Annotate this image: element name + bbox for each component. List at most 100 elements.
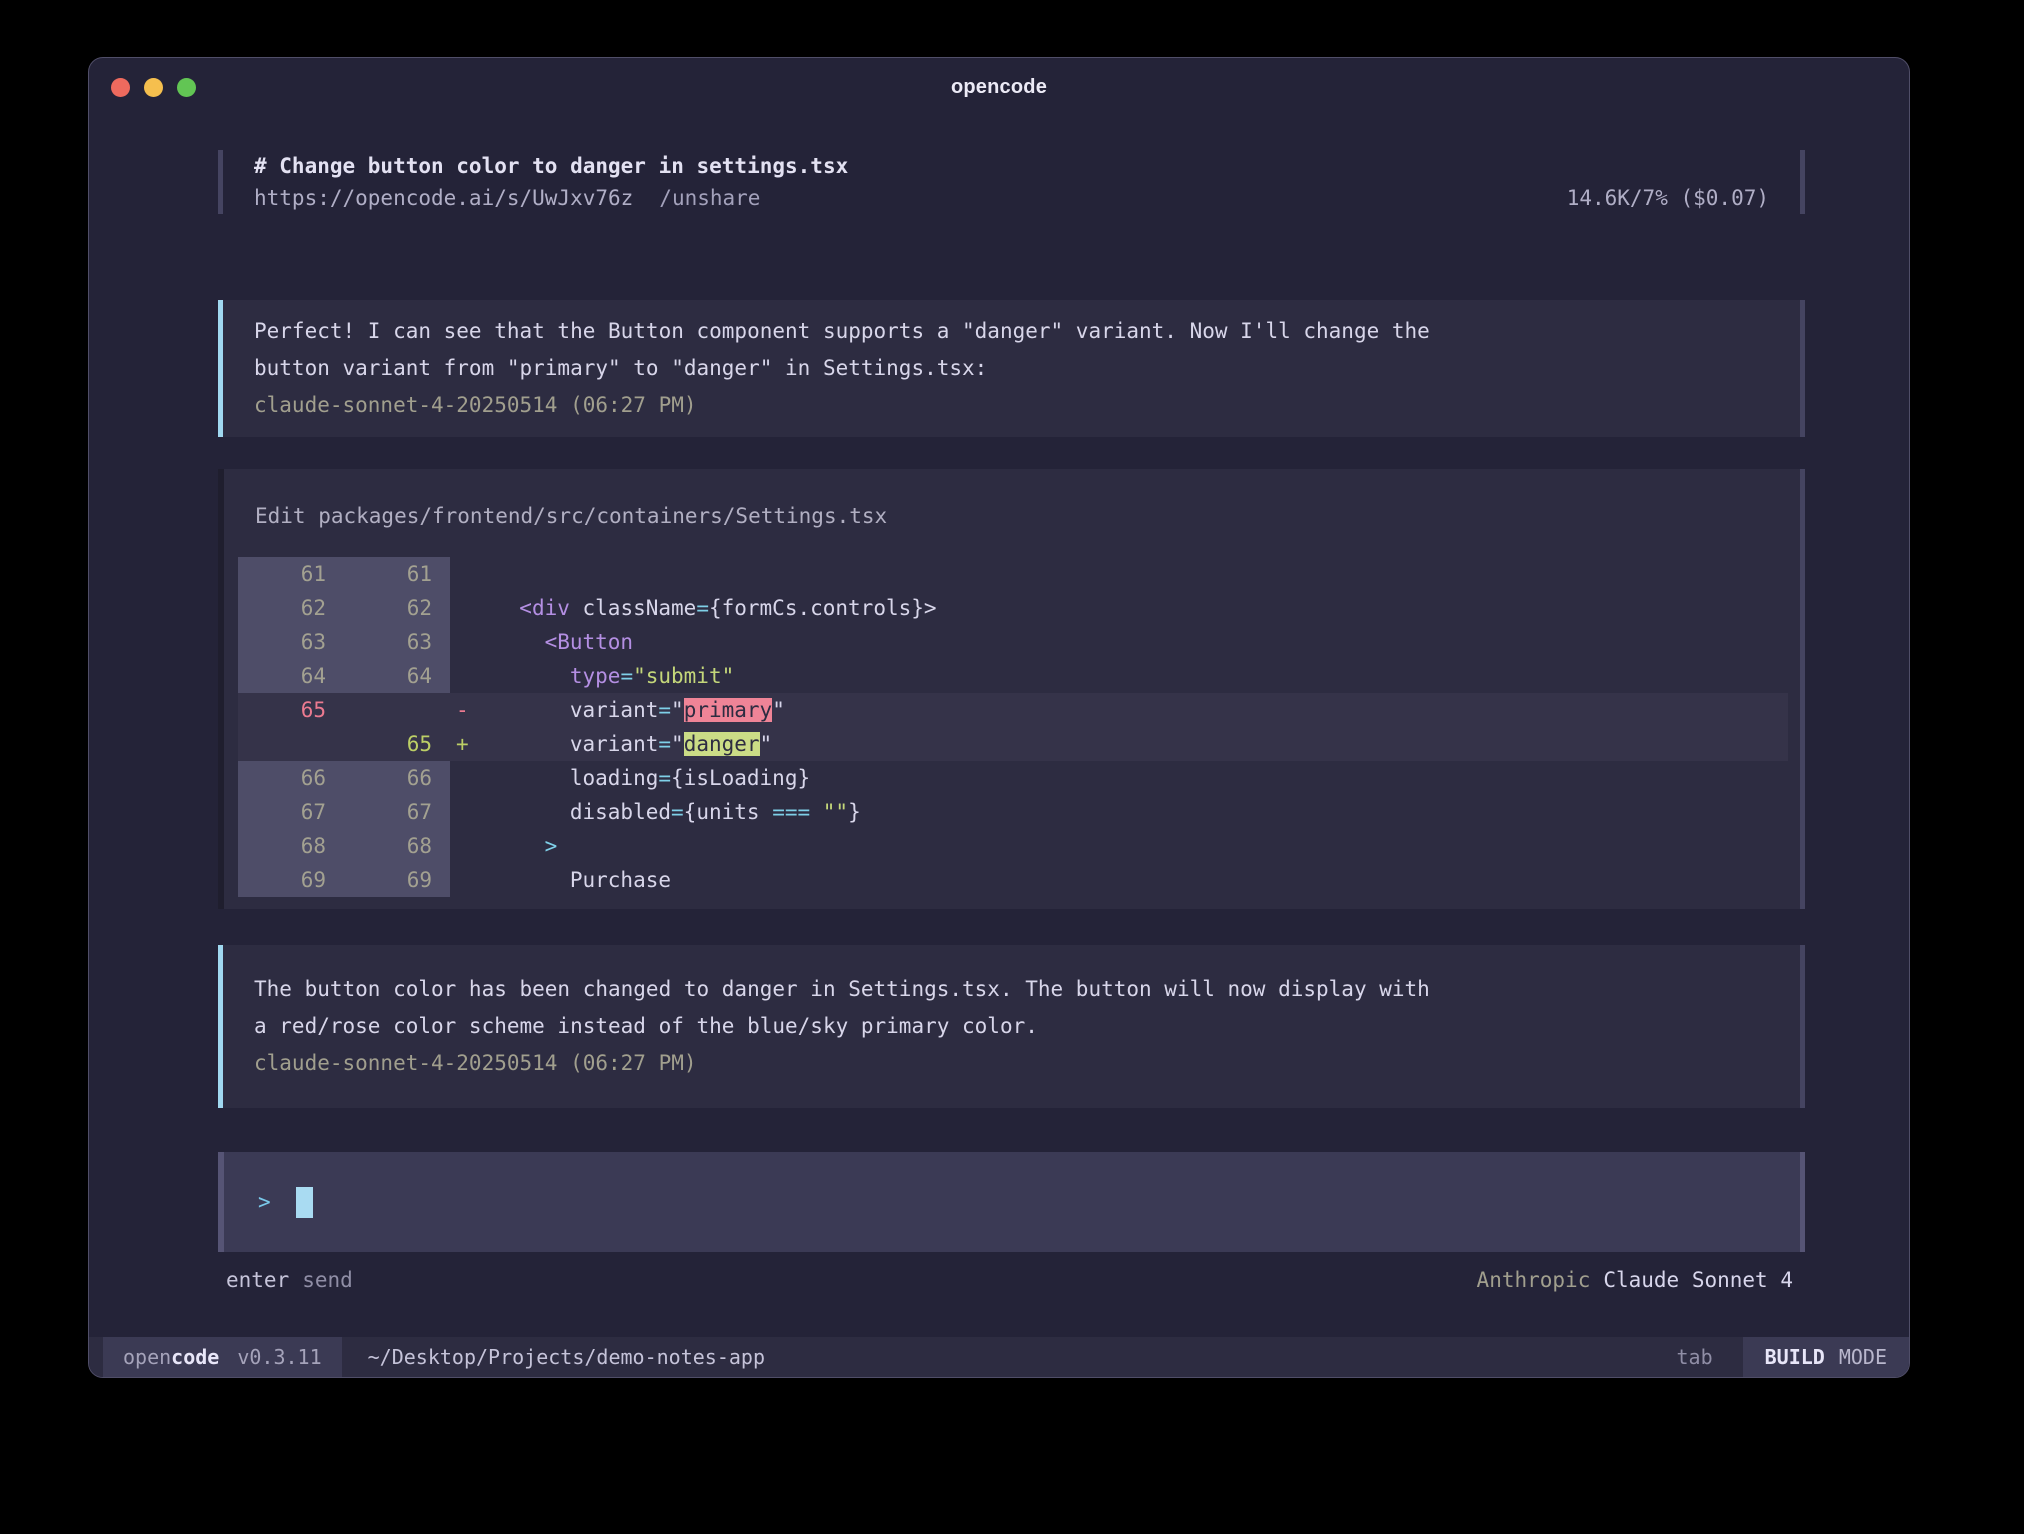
diff-row: 6464 type="submit" <box>238 659 1788 693</box>
code-token: " <box>671 698 684 722</box>
diff-code-line: > <box>494 829 1788 863</box>
code-token: {units <box>684 800 773 824</box>
code-token: " <box>671 732 684 756</box>
status-right: tab BUILDMODE <box>1676 1337 1909 1377</box>
code-token <box>494 664 570 688</box>
code-token: = <box>696 596 709 620</box>
diff-code-line: loading={isLoading} <box>494 761 1788 795</box>
diff-row: 6666 loading={isLoading} <box>238 761 1788 795</box>
diff-row: 6161 <box>238 557 1788 591</box>
enter-key-hint: enter <box>226 1268 289 1292</box>
line-number-old <box>238 727 344 761</box>
app-version-chip: opencodev0.3.11 <box>103 1337 342 1377</box>
message-line: Perfect! I can see that the Button compo… <box>254 313 1769 350</box>
code-token: variant <box>494 732 658 756</box>
prompt-symbol: > <box>258 1184 271 1221</box>
line-number-new: 63 <box>344 625 450 659</box>
code-token <box>494 834 545 858</box>
diff-row: 6969 Purchase <box>238 863 1788 897</box>
diff-code-line: <Button <box>494 625 1788 659</box>
terminal-content: # Change button color to danger in setti… <box>89 116 1909 1337</box>
share-url-link[interactable]: https://opencode.ai/s/UwJxv76z <box>254 182 633 214</box>
diff-code-line <box>494 557 1788 591</box>
zoom-button[interactable] <box>177 78 196 97</box>
diff-marker <box>450 761 494 795</box>
code-token: primary <box>684 698 773 722</box>
text-cursor <box>296 1187 313 1218</box>
unshare-command[interactable]: /unshare <box>659 182 760 214</box>
session-header: # Change button color to danger in setti… <box>218 150 1805 214</box>
diff-row: 65- variant="primary" <box>238 693 1788 727</box>
message-line: The button color has been changed to dan… <box>254 971 1769 1008</box>
code-token: loading <box>494 766 658 790</box>
line-number-new <box>344 693 450 727</box>
app-name-bold: code <box>171 1345 219 1369</box>
mode-chip[interactable]: BUILD MODE <box>1743 1337 1909 1377</box>
diff-marker <box>450 591 494 625</box>
code-token: " <box>772 698 785 722</box>
hint-row: entersend Anthropic Claude Sonnet 4 <box>218 1265 1805 1296</box>
mode-name: BUILD <box>1765 1345 1825 1369</box>
send-hint: entersend <box>226 1265 353 1296</box>
line-number-old: 67 <box>238 795 344 829</box>
mode-suffix: MODE <box>1839 1345 1887 1369</box>
code-token: className <box>570 596 696 620</box>
code-token: } <box>848 800 861 824</box>
diff-row: 6868 > <box>238 829 1788 863</box>
code-token <box>494 596 519 620</box>
line-number-old: 66 <box>238 761 344 795</box>
line-number-old: 65 <box>238 693 344 727</box>
app-name-normal: open <box>123 1345 171 1369</box>
line-number-new: 68 <box>344 829 450 863</box>
provider-label: Anthropic <box>1477 1268 1591 1292</box>
code-token: <Button <box>545 630 634 654</box>
line-number-old: 63 <box>238 625 344 659</box>
code-token: {isLoading} <box>671 766 810 790</box>
code-token <box>494 630 545 654</box>
diff-marker: - <box>450 693 494 727</box>
line-number-new: 65 <box>344 727 450 761</box>
code-token: "" <box>823 800 848 824</box>
code-token: = <box>658 766 671 790</box>
line-number-old: 69 <box>238 863 344 897</box>
diff-row: 65+ variant="danger" <box>238 727 1788 761</box>
diff-marker <box>450 795 494 829</box>
working-directory: ~/Desktop/Projects/demo-notes-app <box>368 1337 765 1377</box>
model-timestamp: claude-sonnet-4-20250514 (06:27 PM) <box>254 1045 1769 1082</box>
diff-code-line: variant="danger" <box>494 727 1788 761</box>
code-token: "submit" <box>633 664 734 688</box>
line-number-old: 62 <box>238 591 344 625</box>
status-bar: opencodev0.3.11 ~/Desktop/Projects/demo-… <box>89 1337 1909 1377</box>
line-number-new: 61 <box>344 557 450 591</box>
line-number-new: 67 <box>344 795 450 829</box>
code-token: = <box>658 698 671 722</box>
close-button[interactable] <box>111 78 130 97</box>
line-number-new: 66 <box>344 761 450 795</box>
code-token: === <box>772 800 810 824</box>
diff-code-line: disabled={units === ""} <box>494 795 1788 829</box>
message-line: button variant from "primary" to "danger… <box>254 350 1769 387</box>
diff-marker <box>450 829 494 863</box>
code-token: = <box>671 800 684 824</box>
code-token: " <box>760 732 773 756</box>
desktop-background: opencode # Change button color to danger… <box>0 0 2024 1534</box>
line-number-old: 68 <box>238 829 344 863</box>
traffic-lights <box>111 58 196 116</box>
model-timestamp: claude-sonnet-4-20250514 (06:27 PM) <box>254 387 1769 424</box>
minimize-button[interactable] <box>144 78 163 97</box>
diff-marker <box>450 625 494 659</box>
token-usage-stats: 14.6K/7% ($0.07) <box>1567 182 1769 214</box>
model-label: Claude Sonnet 4 <box>1603 1268 1793 1292</box>
edit-tool-call: Edit packages/frontend/src/containers/Se… <box>218 469 1805 909</box>
message-line: a red/rose color scheme instead of the b… <box>254 1008 1769 1045</box>
diff-code-line: type="submit" <box>494 659 1788 693</box>
diff-marker: + <box>450 727 494 761</box>
line-number-old: 64 <box>238 659 344 693</box>
model-indicator: Anthropic Claude Sonnet 4 <box>1477 1265 1793 1296</box>
code-token: {formCs.controls}> <box>709 596 937 620</box>
code-token: = <box>620 664 633 688</box>
prompt-input[interactable]: > <box>218 1152 1805 1252</box>
window-titlebar[interactable]: opencode <box>89 58 1909 116</box>
window-title: opencode <box>951 76 1047 99</box>
diff-marker <box>450 659 494 693</box>
